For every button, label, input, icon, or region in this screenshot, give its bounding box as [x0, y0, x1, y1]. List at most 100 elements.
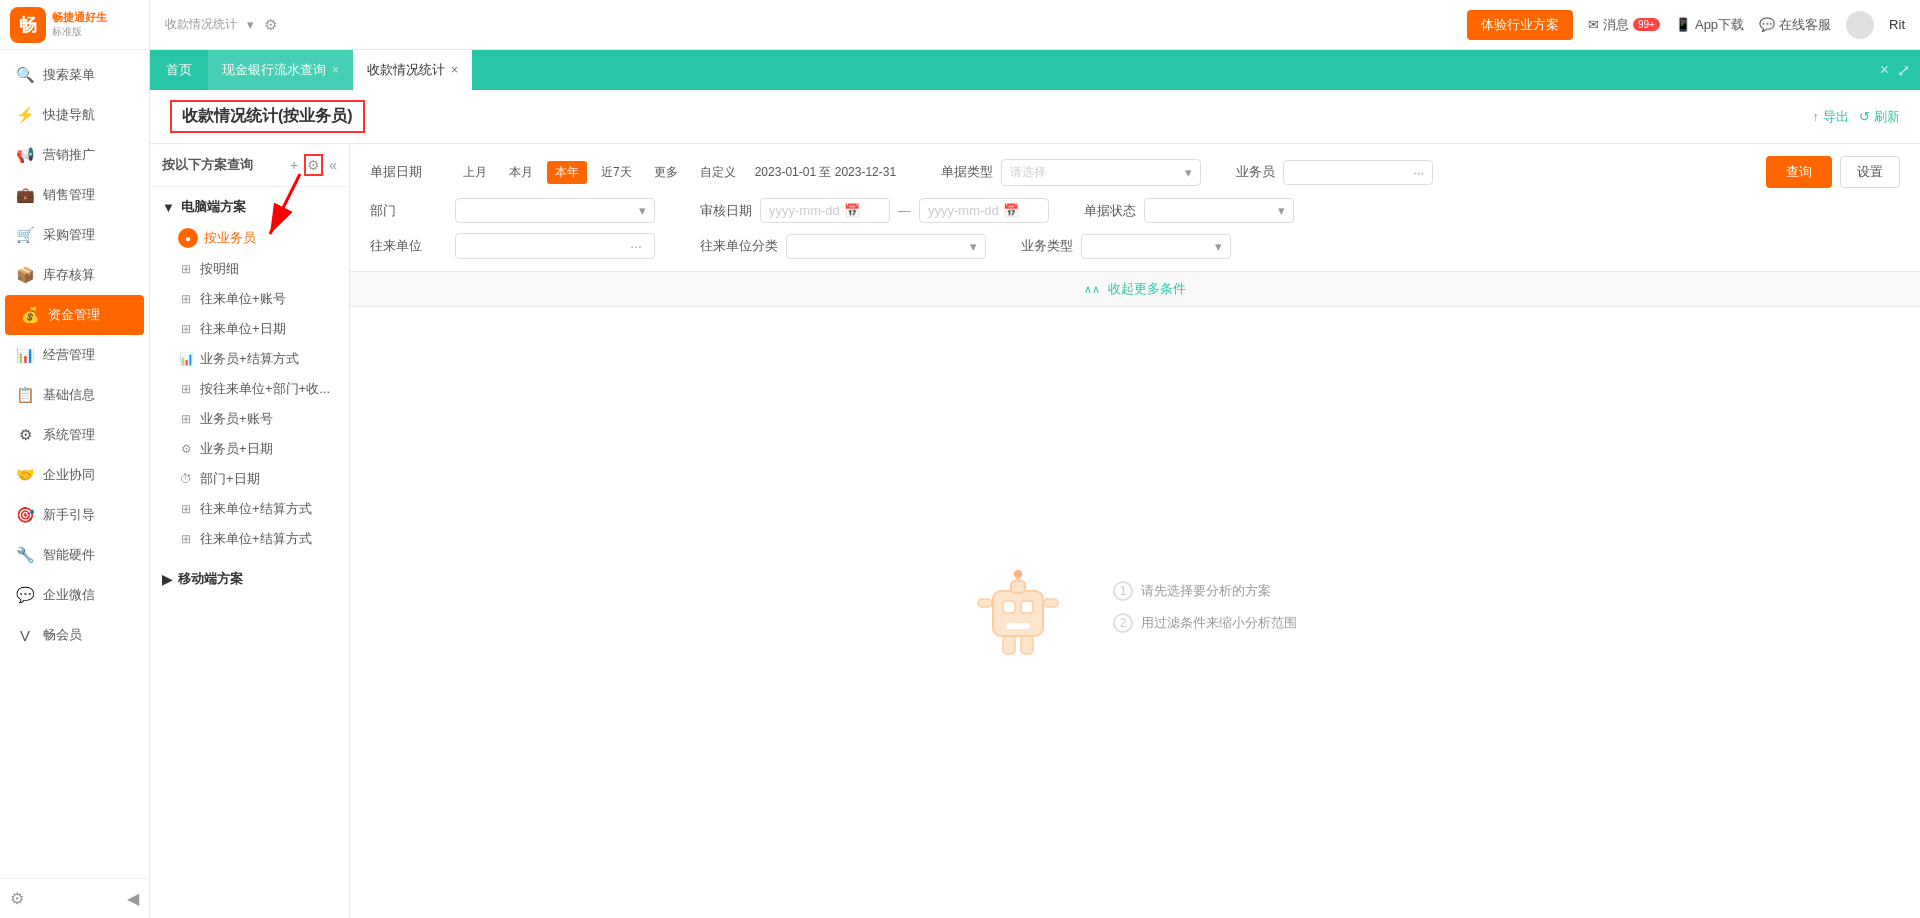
doc-status-label: 单据状态: [1084, 202, 1136, 220]
grid-icon-4: ⊞: [178, 381, 194, 397]
left-panel-actions: + ⚙ «: [290, 154, 337, 176]
sidebar-item-purchase[interactable]: 🛒 采购管理: [0, 215, 149, 255]
export-button[interactable]: ↑ 导出: [1813, 108, 1850, 126]
sidebar-item-operation[interactable]: 📊 经营管理: [0, 335, 149, 375]
tab-bank-close[interactable]: ×: [332, 63, 339, 77]
header-settings-icon[interactable]: ⚙: [264, 16, 277, 34]
calendar-icon-1: 📅: [844, 203, 860, 218]
page-title-bar: 收款情况统计(按业务员) ↑ 导出 ↺ 刷新: [150, 90, 1920, 144]
tree-item-unit-account[interactable]: ⊞ 往来单位+账号: [150, 284, 349, 314]
logo-area: 畅 畅捷通好生 标准版: [0, 0, 149, 50]
biz-type-arrow-icon: ▾: [1215, 239, 1222, 254]
btn-this-year[interactable]: 本年: [547, 161, 587, 184]
panel-collapse-icon[interactable]: «: [329, 157, 337, 173]
sidebar-item-marketing[interactable]: 📢 营销推广: [0, 135, 149, 175]
refresh-button[interactable]: ↺ 刷新: [1859, 108, 1900, 126]
tree-item-by-detail[interactable]: ⊞ 按明细: [150, 254, 349, 284]
sidebar-item-sales[interactable]: 💼 销售管理: [0, 175, 149, 215]
mobile-section-title[interactable]: ▶ 移动端方案: [150, 564, 349, 594]
tab-receipt[interactable]: 收款情况统计 ×: [353, 50, 472, 90]
tab-receipt-close[interactable]: ×: [451, 63, 458, 77]
collapse-bar[interactable]: ∧∧ 收起更多条件: [350, 272, 1920, 307]
counterpart-category-label: 往来单位分类: [700, 237, 778, 255]
category-arrow-icon: ▾: [970, 239, 977, 254]
sidebar-item-finance[interactable]: 💰 资金管理: [5, 295, 144, 335]
tree-item-sales-date[interactable]: ⚙ 业务员+日期: [150, 434, 349, 464]
sidebar-item-enterprise[interactable]: 🤝 企业协同: [0, 455, 149, 495]
online-service-item[interactable]: 💬 在线客服: [1759, 16, 1831, 34]
tree-item-by-sales[interactable]: ● 按业务员: [150, 222, 349, 254]
svg-rect-11: [1003, 636, 1015, 654]
doc-type-select[interactable]: 请选择 ▾: [1001, 159, 1201, 186]
sidebar-settings-icon[interactable]: ⚙: [10, 889, 24, 908]
svg-point-8: [1014, 570, 1022, 578]
panel-settings-icon[interactable]: ⚙: [304, 154, 323, 176]
messages-item[interactable]: ✉ 消息 99+: [1588, 16, 1660, 34]
empty-steps: 1 请先选择要分析的方案 2 用过滤条件来缩小分析范围: [1113, 581, 1297, 645]
btn-last-month[interactable]: 上月: [455, 161, 495, 184]
sidebar-item-wechat[interactable]: 💬 企业微信: [0, 575, 149, 615]
desktop-section-title[interactable]: ▼ 电脑端方案: [150, 192, 349, 222]
query-button[interactable]: 查询: [1766, 156, 1832, 188]
tab-home[interactable]: 首页: [150, 50, 208, 90]
btn-custom-date[interactable]: 自定义: [692, 161, 744, 184]
grid-icon-3: ⊞: [178, 321, 194, 337]
tab-bar: 首页 现金银行流水查询 × 收款情况统计 × × ⤢: [150, 50, 1920, 90]
tree-item-sales-account[interactable]: ⊞ 业务员+账号: [150, 404, 349, 434]
user-avatar[interactable]: [1846, 11, 1874, 39]
trial-button[interactable]: 体验行业方案: [1467, 10, 1573, 40]
btn-more-date[interactable]: 更多: [646, 161, 686, 184]
main-area: 收款情况统计 ▾ ⚙ 体验行业方案 ✉ 消息 99+ 📱 App下载 💬 在线客…: [150, 0, 1920, 918]
filter-actions: 查询 设置: [1766, 156, 1900, 188]
doc-status-select[interactable]: ▾: [1144, 198, 1294, 223]
sidebar-item-inventory[interactable]: 📦 库存核算: [0, 255, 149, 295]
tab-close-all-icon[interactable]: ×: [1880, 61, 1889, 79]
btn-last7days[interactable]: 近7天: [593, 161, 640, 184]
sidebar-item-vip[interactable]: V 畅会员: [0, 615, 149, 655]
svg-rect-9: [978, 599, 992, 607]
sidebar-collapse-icon[interactable]: ◀: [127, 889, 139, 908]
grid-icon-1: ⊞: [178, 261, 194, 277]
tab-bank[interactable]: 现金银行流水查询 ×: [208, 50, 353, 90]
tree-item-dept-date[interactable]: ⏱ 部门+日期: [150, 464, 349, 494]
robot-svg: [973, 561, 1063, 661]
svg-rect-10: [1044, 599, 1058, 607]
tree-item-unit-date[interactable]: ⊞ 往来单位+日期: [150, 314, 349, 344]
username-label: Rit: [1889, 17, 1905, 32]
dropdown-icon[interactable]: ▾: [247, 17, 254, 32]
dept-arrow-icon: ▾: [639, 203, 646, 218]
basic-icon: 📋: [15, 385, 35, 405]
tree-item-unit-dept[interactable]: ⊞ 按往来单位+部门+收...: [150, 374, 349, 404]
sidebar-item-system[interactable]: ⚙ 系统管理: [0, 415, 149, 455]
tree-item-sales-settle[interactable]: 📊 业务员+结算方式: [150, 344, 349, 374]
btn-this-month[interactable]: 本月: [501, 161, 541, 184]
panel-add-icon[interactable]: +: [290, 157, 298, 173]
tree-item-unit-settle2[interactable]: ⊞ 往来单位+结算方式: [150, 524, 349, 554]
empty-step-2: 2 用过滤条件来缩小分析范围: [1113, 613, 1297, 633]
sidebar-item-hardware[interactable]: 🔧 智能硬件: [0, 535, 149, 575]
sidebar-item-newbie[interactable]: 🎯 新手引导: [0, 495, 149, 535]
page-title: 收款情况统计(按业务员): [170, 100, 365, 133]
grid-icon-2: ⊞: [178, 291, 194, 307]
review-date-to[interactable]: yyyy-mm-dd 📅: [919, 198, 1049, 223]
sidebar: 畅 畅捷通好生 标准版 🔍 搜索菜单 ⚡ 快捷导航 📢 营销推广 💼 销售管理 …: [0, 0, 150, 918]
svg-rect-3: [1003, 601, 1015, 613]
app-download-item[interactable]: 📱 App下载: [1675, 16, 1744, 34]
counterpart-category-select[interactable]: ▾: [786, 234, 986, 259]
dept-select[interactable]: ▾: [455, 198, 655, 223]
messages-badge: 99+: [1633, 18, 1660, 31]
settings-button[interactable]: 设置: [1840, 156, 1900, 188]
tree-item-unit-settle1[interactable]: ⊞ 往来单位+结算方式: [150, 494, 349, 524]
counterpart-dots-icon[interactable]: ···: [626, 238, 646, 254]
newbie-icon: 🎯: [15, 505, 35, 525]
sales-select[interactable]: ···: [1283, 160, 1433, 185]
biz-type-select[interactable]: ▾: [1081, 234, 1231, 259]
sidebar-item-quicknav[interactable]: ⚡ 快捷导航: [0, 95, 149, 135]
sidebar-item-basic[interactable]: 📋 基础信息: [0, 375, 149, 415]
counterpart-input[interactable]: ···: [455, 233, 655, 259]
sidebar-item-search[interactable]: 🔍 搜索菜单: [0, 55, 149, 95]
sales-filter: 业务员 ···: [1236, 160, 1433, 185]
tab-expand-icon[interactable]: ⤢: [1897, 61, 1910, 80]
review-date-from[interactable]: yyyy-mm-dd 📅: [760, 198, 890, 223]
refresh-icon: ↺: [1859, 109, 1870, 124]
